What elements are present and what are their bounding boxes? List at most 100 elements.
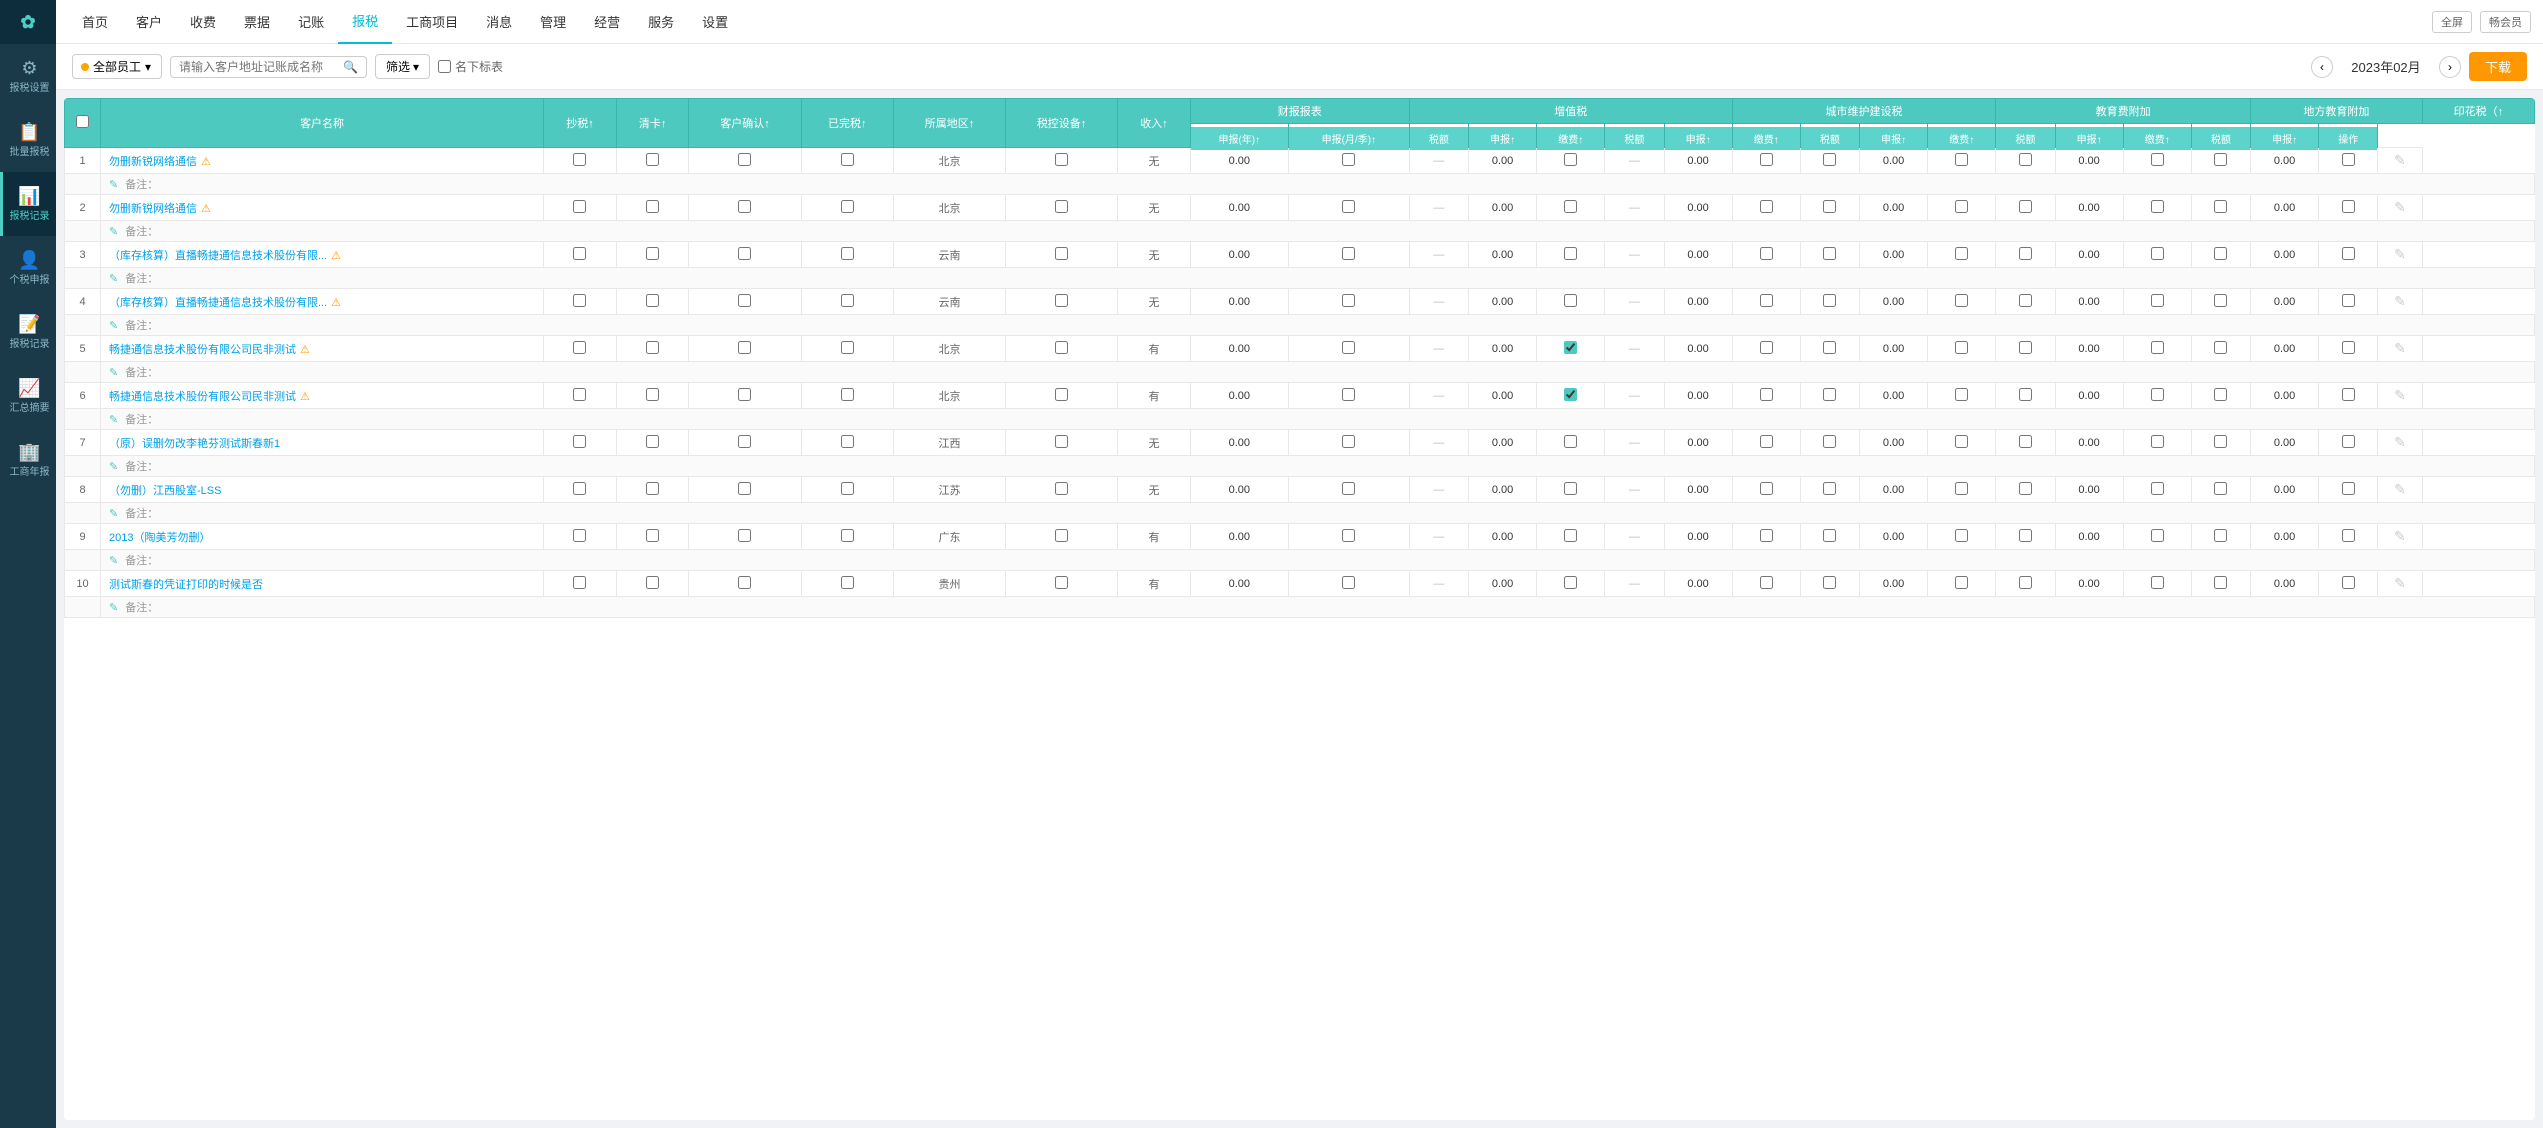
df-pay-checkbox[interactable] (2214, 247, 2227, 260)
remark-edit-icon[interactable]: ✎ (109, 555, 121, 567)
zz-apply-checkbox[interactable] (1564, 529, 1577, 542)
cs-apply-checkbox[interactable] (1760, 388, 1773, 401)
jy-apply-checkbox[interactable] (1955, 200, 1968, 213)
cs-pay-checkbox[interactable] (1823, 576, 1836, 589)
yiwanshou-checkbox[interactable] (841, 388, 854, 401)
df-pay-checkbox[interactable] (2214, 153, 2227, 166)
customer-name[interactable]: （勿删）江西股室-LSS (109, 485, 221, 497)
jy-apply-checkbox[interactable] (1955, 482, 1968, 495)
customer-name[interactable]: 勿删新锐网络通信 (109, 156, 197, 168)
member-button[interactable]: 畅会员 (2480, 11, 2531, 33)
remark-edit-icon[interactable]: ✎ (109, 273, 121, 285)
table-container[interactable]: 客户名称 抄税↑ 清卡↑ 客户确认↑ 已完税↑ 所属地区↑ 税控设备↑ 收入↑ … (64, 98, 2535, 1120)
nav-home[interactable]: 首页 (68, 0, 122, 44)
cs-apply-checkbox[interactable] (1760, 294, 1773, 307)
confirm-checkbox[interactable] (738, 482, 751, 495)
yiwanshou-checkbox[interactable] (841, 341, 854, 354)
qingka-checkbox[interactable] (646, 435, 659, 448)
nav-manage[interactable]: 管理 (526, 0, 580, 44)
chaoshui-checkbox[interactable] (573, 200, 586, 213)
jy-apply-checkbox[interactable] (1955, 388, 1968, 401)
caibao-year-checkbox[interactable] (1342, 153, 1355, 166)
cs-pay-checkbox[interactable] (1823, 529, 1836, 542)
qingka-checkbox[interactable] (646, 576, 659, 589)
nav-fee[interactable]: 收费 (176, 0, 230, 44)
qingka-checkbox[interactable] (646, 529, 659, 542)
zz-apply-checkbox[interactable] (1564, 200, 1577, 213)
df-pay-checkbox[interactable] (2214, 294, 2227, 307)
edit-icon[interactable]: ✎ (2394, 293, 2406, 309)
qingka-checkbox[interactable] (646, 153, 659, 166)
df-pay-checkbox[interactable] (2214, 200, 2227, 213)
zz-apply-checkbox[interactable] (1564, 247, 1577, 260)
remark-edit-icon[interactable]: ✎ (109, 367, 121, 379)
edit-icon[interactable]: ✎ (2394, 434, 2406, 450)
caibao-year-checkbox[interactable] (1342, 529, 1355, 542)
yiwanshou-checkbox[interactable] (841, 435, 854, 448)
df-pay-checkbox[interactable] (2214, 388, 2227, 401)
ys-apply-checkbox[interactable] (2342, 482, 2355, 495)
confirm-checkbox[interactable] (738, 388, 751, 401)
jy-pay-checkbox[interactable] (2019, 435, 2032, 448)
jy-apply-checkbox[interactable] (1955, 529, 1968, 542)
nav-settings[interactable]: 设置 (688, 0, 742, 44)
caibao-year-checkbox[interactable] (1342, 435, 1355, 448)
sidebar-item-gongnianbaobiao[interactable]: 🏢 工商年报 (0, 428, 56, 492)
df-apply-checkbox[interactable] (2151, 200, 2164, 213)
cs-pay-checkbox[interactable] (1823, 247, 1836, 260)
df-apply-checkbox[interactable] (2151, 294, 2164, 307)
zz-apply-checkbox[interactable] (1564, 341, 1577, 354)
device-checkbox[interactable] (1055, 388, 1068, 401)
caibao-year-checkbox[interactable] (1342, 482, 1355, 495)
jy-apply-checkbox[interactable] (1955, 294, 1968, 307)
zz-apply-checkbox[interactable] (1564, 435, 1577, 448)
yiwanshou-checkbox[interactable] (841, 200, 854, 213)
customer-name[interactable]: 2013（陶美芳勿删） (109, 532, 210, 544)
sidebar-item-baoshuishezhi[interactable]: ⚙ 报税设置 (0, 44, 56, 108)
chaoshui-checkbox[interactable] (573, 435, 586, 448)
cs-apply-checkbox[interactable] (1760, 341, 1773, 354)
cs-apply-checkbox[interactable] (1760, 435, 1773, 448)
confirm-checkbox[interactable] (738, 247, 751, 260)
confirm-checkbox[interactable] (738, 341, 751, 354)
named-checkbox[interactable] (438, 60, 451, 73)
caibao-year-checkbox[interactable] (1342, 388, 1355, 401)
remark-edit-icon[interactable]: ✎ (109, 602, 121, 614)
customer-name[interactable]: 畅捷通信息技术股份有限公司民非测试 (109, 391, 296, 403)
named-checkbox-label[interactable]: 名下标表 (438, 58, 503, 75)
jy-pay-checkbox[interactable] (2019, 482, 2032, 495)
jy-pay-checkbox[interactable] (2019, 200, 2032, 213)
jy-pay-checkbox[interactable] (2019, 576, 2032, 589)
nav-business[interactable]: 工商项目 (392, 0, 472, 44)
customer-name[interactable]: （原）误删勿改李艳芬测试斯春新1 (109, 438, 280, 450)
confirm-checkbox[interactable] (738, 435, 751, 448)
nav-message[interactable]: 消息 (472, 0, 526, 44)
yiwanshou-checkbox[interactable] (841, 294, 854, 307)
df-apply-checkbox[interactable] (2151, 576, 2164, 589)
remark-edit-icon[interactable]: ✎ (109, 179, 121, 191)
nav-service[interactable]: 服务 (634, 0, 688, 44)
nav-tax[interactable]: 报税 (338, 0, 392, 44)
cs-pay-checkbox[interactable] (1823, 388, 1836, 401)
ys-apply-checkbox[interactable] (2342, 200, 2355, 213)
cs-apply-checkbox[interactable] (1760, 247, 1773, 260)
jy-pay-checkbox[interactable] (2019, 529, 2032, 542)
edit-icon[interactable]: ✎ (2394, 575, 2406, 591)
nav-operation[interactable]: 经营 (580, 0, 634, 44)
edit-icon[interactable]: ✎ (2394, 152, 2406, 168)
search-icon[interactable]: 🔍 (343, 60, 358, 74)
qingka-checkbox[interactable] (646, 388, 659, 401)
edit-icon[interactable]: ✎ (2394, 481, 2406, 497)
jy-pay-checkbox[interactable] (2019, 341, 2032, 354)
customer-name[interactable]: 勿删新锐网络通信 (109, 203, 197, 215)
device-checkbox[interactable] (1055, 576, 1068, 589)
df-pay-checkbox[interactable] (2214, 482, 2227, 495)
nav-accounting[interactable]: 记账 (284, 0, 338, 44)
caibao-year-checkbox[interactable] (1342, 576, 1355, 589)
device-checkbox[interactable] (1055, 294, 1068, 307)
cs-pay-checkbox[interactable] (1823, 153, 1836, 166)
cs-pay-checkbox[interactable] (1823, 341, 1836, 354)
cs-apply-checkbox[interactable] (1760, 576, 1773, 589)
df-pay-checkbox[interactable] (2214, 435, 2227, 448)
edit-icon[interactable]: ✎ (2394, 387, 2406, 403)
